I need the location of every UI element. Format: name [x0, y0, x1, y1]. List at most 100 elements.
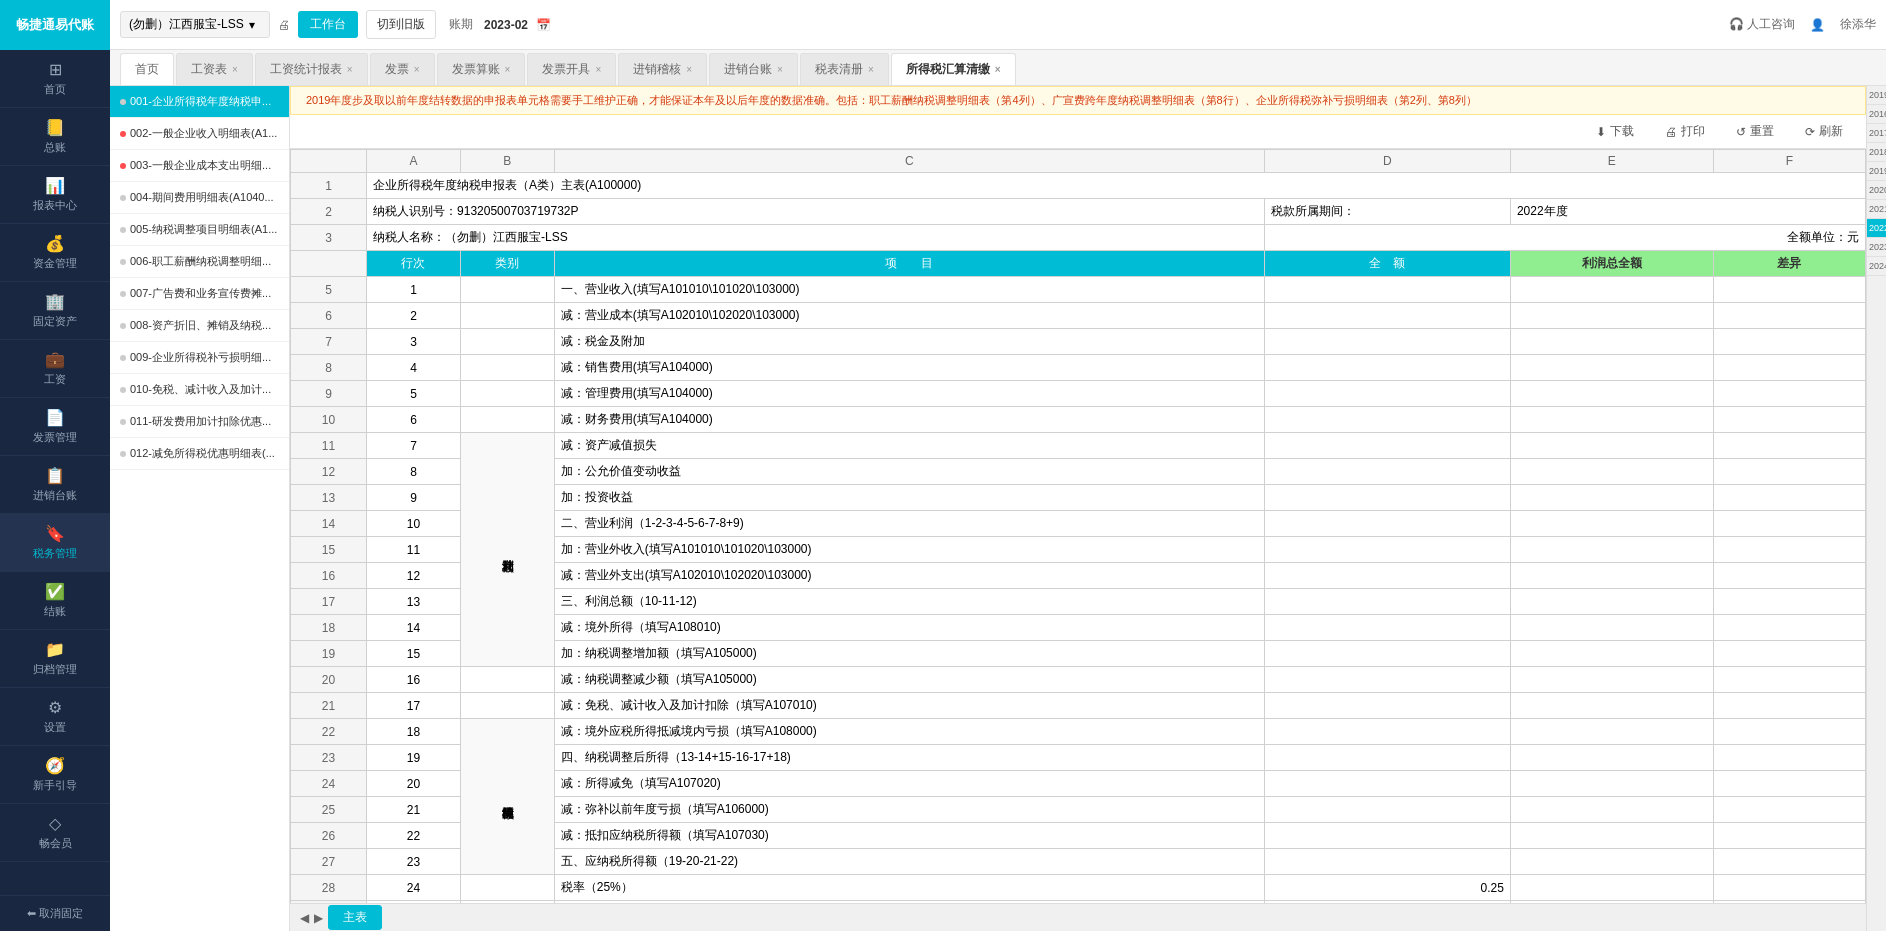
- workbench-button[interactable]: 工作台: [298, 11, 358, 38]
- line-num-12: 13: [367, 589, 461, 615]
- reset-button[interactable]: ↺ 重置: [1728, 120, 1782, 143]
- next-sheet-icon[interactable]: ▶: [314, 911, 323, 925]
- sidebar-item-ledger[interactable]: 📒总账: [0, 108, 110, 166]
- year-item-2022[interactable]: 2022: [1867, 219, 1886, 238]
- history-button[interactable]: 切到旧版: [366, 10, 436, 39]
- amount-cell-23: 0.25: [1264, 875, 1510, 901]
- tab-sales_account[interactable]: 进销台账×: [709, 53, 798, 85]
- row-num-data-8: 13: [291, 485, 367, 511]
- list-item-005[interactable]: 005-纳税调整项目明细表(A1...: [110, 214, 289, 246]
- line-num-5: 6: [367, 407, 461, 433]
- sidebar-item-invoice_mgr[interactable]: 📄发票管理: [0, 398, 110, 456]
- year-item-2021[interactable]: 2021: [1867, 200, 1886, 219]
- sidebar-item-member[interactable]: ◇畅会员: [0, 804, 110, 862]
- list-item-004[interactable]: 004-期间费用明细表(A1040...: [110, 182, 289, 214]
- tab-invoice[interactable]: 发票×: [370, 53, 435, 85]
- profit-cell-8: [1510, 485, 1713, 511]
- tab-income_tax[interactable]: 所得税汇算清缴 ×: [891, 53, 1016, 85]
- year-item-2019[interactable]: 2019: [1867, 86, 1886, 105]
- tab-tax_clear[interactable]: 税表清册×: [800, 53, 889, 85]
- list-item-006[interactable]: 006-职工薪酬纳税调整明细...: [110, 246, 289, 278]
- year-item-2024[interactable]: 2024: [1867, 257, 1886, 276]
- line-num-10: 11: [367, 537, 461, 563]
- tab-label-income_tax: 所得税汇算清缴: [906, 61, 990, 78]
- list-item-007[interactable]: 007-广告费和业务宣传费摊...: [110, 278, 289, 310]
- tab-invoice_open[interactable]: 发票开具×: [527, 53, 616, 85]
- row-num-data-3: 8: [291, 355, 367, 381]
- list-item-003[interactable]: 003-一般企业成本支出明细...: [110, 150, 289, 182]
- refresh-button[interactable]: ⟳ 刷新: [1797, 120, 1851, 143]
- diff-cell-5: [1713, 407, 1865, 433]
- tab-close-invoice[interactable]: ×: [414, 64, 420, 75]
- tab-close-tax_clear[interactable]: ×: [868, 64, 874, 75]
- tab-close-payroll[interactable]: ×: [232, 64, 238, 75]
- tab-home[interactable]: 首页: [120, 53, 174, 85]
- sidebar-item-asset[interactable]: 🏢固定资产: [0, 282, 110, 340]
- company-selector[interactable]: (勿删）江西服宝-LSS ▾: [120, 11, 270, 38]
- prev-sheet-icon[interactable]: ◀: [300, 911, 309, 925]
- sidebar-item-tax[interactable]: 🔖税务管理: [0, 514, 110, 572]
- line-num-8: 9: [367, 485, 461, 511]
- tab-close-sales_account[interactable]: ×: [777, 64, 783, 75]
- year-item-2016[interactable]: 2016: [1867, 105, 1886, 124]
- year-item-2018[interactable]: 2018: [1867, 143, 1886, 162]
- tab-close-sales_verify[interactable]: ×: [686, 64, 692, 75]
- list-item-010[interactable]: 010-免税、减计收入及加计...: [110, 374, 289, 406]
- print-icon[interactable]: 🖨: [278, 18, 290, 32]
- col-header-B: B: [460, 150, 554, 173]
- content-area: 001-企业所得税年度纳税申...002-一般企业收入明细表(A1...003-…: [110, 86, 1886, 931]
- user-service-button[interactable]: 🎧 人工咨询: [1729, 16, 1795, 33]
- tab-close-payroll_stats[interactable]: ×: [347, 64, 353, 75]
- sidebar-unpin-button[interactable]: ⬅ 取消固定: [0, 895, 110, 931]
- sidebar-item-settings[interactable]: ⚙设置: [0, 688, 110, 746]
- list-item-009[interactable]: 009-企业所得税补亏损明细...: [110, 342, 289, 374]
- amount-cell-5: [1264, 407, 1510, 433]
- tab-sales_verify[interactable]: 进销稽核×: [618, 53, 707, 85]
- amount-cell-3: [1264, 355, 1510, 381]
- sidebar-item-home[interactable]: ⊞首页: [0, 50, 110, 108]
- year-panel: 2019201620172018201920202021202220232024: [1866, 86, 1886, 931]
- tab-payroll[interactable]: 工资表×: [176, 53, 253, 85]
- year-item-2020[interactable]: 2020: [1867, 181, 1886, 200]
- sidebar-item-fund[interactable]: 💰资金管理: [0, 224, 110, 282]
- download-button[interactable]: ⬇ 下载: [1588, 120, 1642, 143]
- tab-close-invoice_open[interactable]: ×: [595, 64, 601, 75]
- list-item-008[interactable]: 008-资产折旧、摊销及纳税...: [110, 310, 289, 342]
- tax-period-label-cell: 税款所属期间：: [1264, 199, 1510, 225]
- list-label-010: 010-免税、减计收入及加计...: [130, 382, 271, 397]
- sidebar-item-sales_mgr[interactable]: 📋进销台账: [0, 456, 110, 514]
- amount-cell-14: [1264, 641, 1510, 667]
- sidebar-item-payroll[interactable]: 💼工资: [0, 340, 110, 398]
- year-item-2017[interactable]: 2017: [1867, 124, 1886, 143]
- profit-cell-9: [1510, 511, 1713, 537]
- row-num-data-6: 11: [291, 433, 367, 459]
- year-item-2019[interactable]: 2019: [1867, 162, 1886, 181]
- sidebar-item-archive[interactable]: 📁归档管理: [0, 630, 110, 688]
- amount-cell-19: [1264, 771, 1510, 797]
- list-item-002[interactable]: 002-一般企业收入明细表(A1...: [110, 118, 289, 150]
- sidebar-item-guide[interactable]: 🧭新手引导: [0, 746, 110, 804]
- list-label-012: 012-减免所得税优惠明细表(...: [130, 446, 275, 461]
- table-row: 2218应纳税所得额计算减：境外应税所得抵减境内亏损（填写A108000): [291, 719, 1866, 745]
- tab-payroll_stats[interactable]: 工资统计报表×: [255, 53, 368, 85]
- tab-close-invoice_calc[interactable]: ×: [505, 64, 511, 75]
- sidebar-label-settings: 设置: [44, 720, 66, 735]
- list-item-011[interactable]: 011-研发费用加计扣除优惠...: [110, 406, 289, 438]
- list-item-001[interactable]: 001-企业所得税年度纳税申...: [110, 86, 289, 118]
- sidebar-icon-sales_mgr: 📋: [45, 466, 65, 485]
- tab-close-income_tax[interactable]: ×: [995, 64, 1001, 75]
- tab-invoice_calc[interactable]: 发票算账×: [437, 53, 526, 85]
- sidebar-item-settle[interactable]: ✅结账: [0, 572, 110, 630]
- print-button[interactable]: 🖨 打印: [1657, 120, 1713, 143]
- item-cell-11: 减：营业外支出(填写A102010\102020\103000): [554, 563, 1264, 589]
- year-item-2023[interactable]: 2023: [1867, 238, 1886, 257]
- sidebar-label-tax: 税务管理: [33, 546, 77, 561]
- sidebar-label-asset: 固定资产: [33, 314, 77, 329]
- item-cell-16: 减：免税、减计收入及加计扣除（填写A107010): [554, 693, 1264, 719]
- sheet-tab-main[interactable]: 主表: [328, 905, 382, 930]
- sidebar-item-report[interactable]: 📊报表中心: [0, 166, 110, 224]
- category-empty-16: [460, 693, 554, 719]
- list-dot-003: [120, 163, 126, 169]
- list-item-012[interactable]: 012-减免所得税优惠明细表(...: [110, 438, 289, 470]
- profit-cell-15: [1510, 667, 1713, 693]
